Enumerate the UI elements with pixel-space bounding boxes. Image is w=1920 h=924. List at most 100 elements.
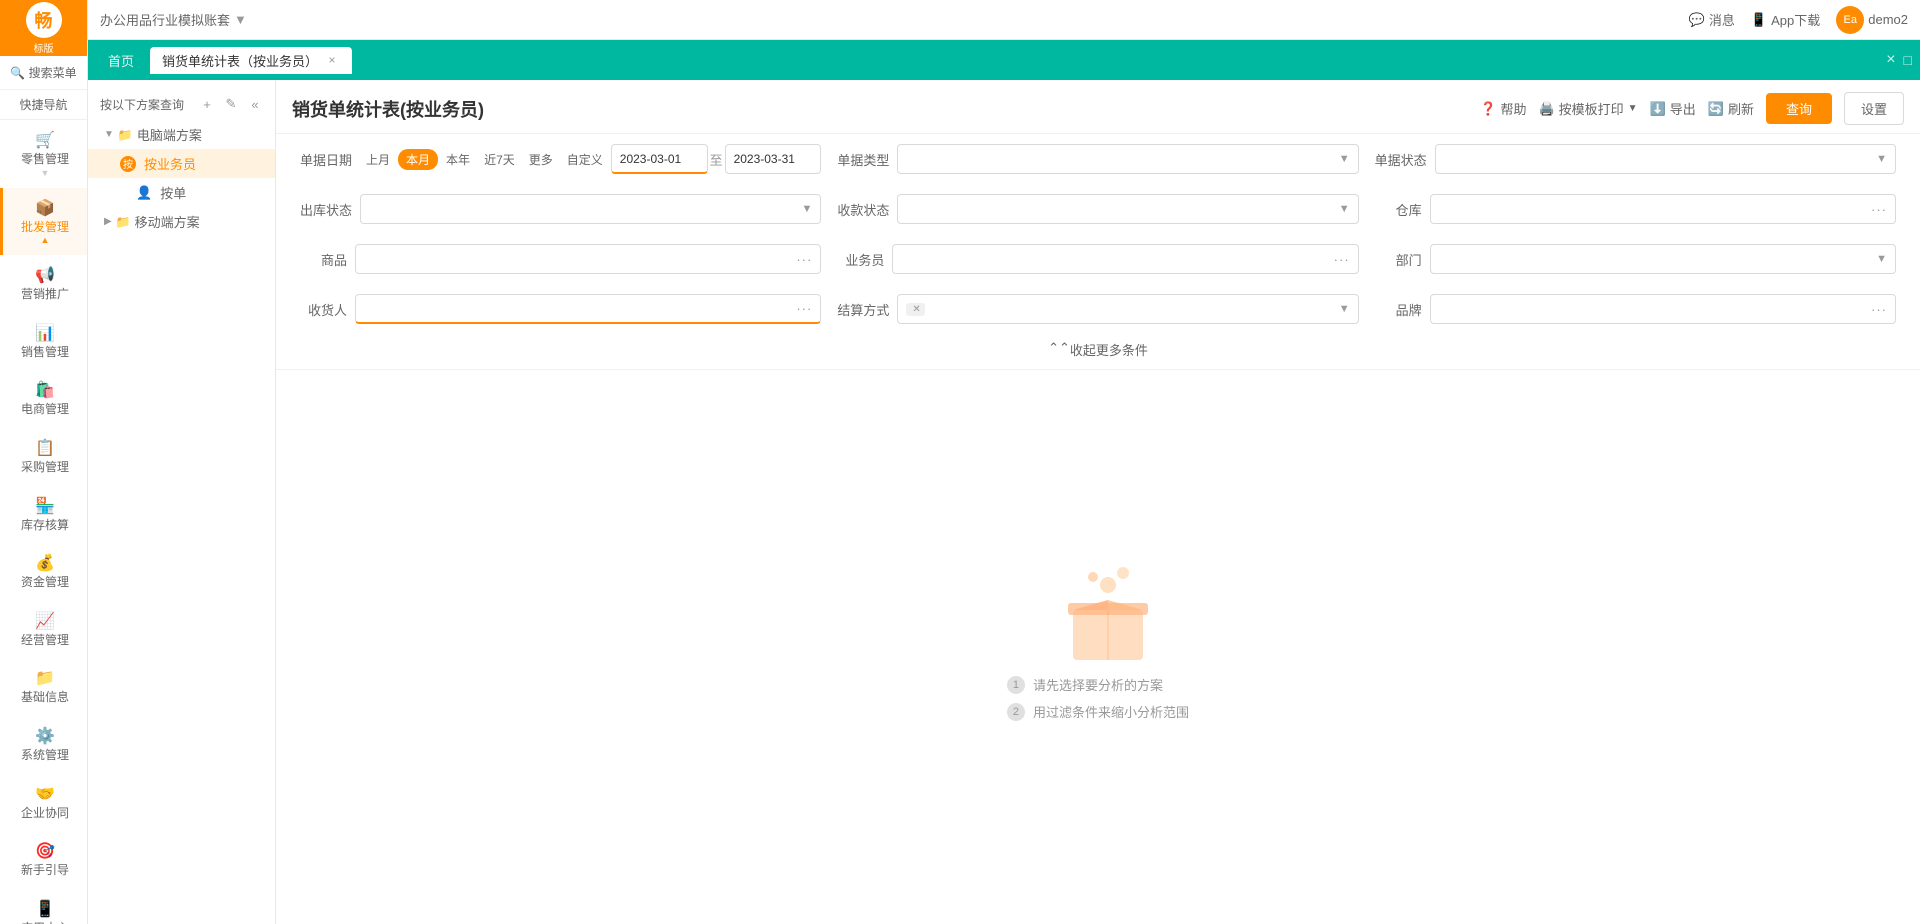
filter-cell-doctype: 单据类型 ▼ — [829, 144, 1366, 174]
collectstatus-label: 收款状态 — [837, 200, 897, 219]
app-download-btn[interactable]: 📱 App下载 — [1751, 10, 1820, 29]
outstatus-arrow: ▼ — [801, 203, 812, 215]
left-panel-actions: + ✎ « — [197, 94, 265, 114]
tree-item-by-staff[interactable]: 按 按业务员 — [88, 149, 275, 178]
main-area: 办公用品行业模拟账套 ▼ 💬 消息 📱 App下载 Ea demo2 首页 — [88, 0, 1920, 924]
recipient-input[interactable]: ··· — [355, 294, 821, 324]
topbar-left: 办公用品行业模拟账套 ▼ — [100, 10, 247, 29]
filter-cell-brand: 品牌 ··· — [1367, 294, 1904, 324]
logo-abbr: 畅 — [35, 7, 53, 33]
sidebar-item-ecommerce[interactable]: 🛍️ 电商管理 — [0, 370, 87, 428]
help-btn[interactable]: ❓ 帮助 — [1480, 99, 1526, 118]
query-btn[interactable]: 查询 — [1766, 93, 1832, 124]
warehouse-dots: ··· — [1871, 202, 1887, 217]
content-area: 按以下方案查询 + ✎ « ▼ 📁 电脑端方案 按 按业务员 — [88, 80, 1920, 924]
edit-scheme-btn[interactable]: ✎ — [221, 94, 241, 114]
search-menu-item[interactable]: 🔍 搜索菜单 — [0, 56, 87, 90]
folder-arrow: ▼ — [104, 129, 114, 140]
close-window-btn[interactable]: × — [1886, 51, 1895, 69]
docstatus-label: 单据状态 — [1375, 150, 1435, 169]
date-to-input[interactable]: 2023-03-31 — [725, 144, 822, 174]
tab-home[interactable]: 首页 — [96, 47, 146, 74]
topbar-right: 💬 消息 📱 App下载 Ea demo2 — [1689, 6, 1908, 34]
message-btn[interactable]: 💬 消息 — [1689, 10, 1735, 29]
sidebar-item-enterprise[interactable]: 🤝 企业协同 — [0, 774, 87, 832]
export-btn[interactable]: ⬇️ 导出 — [1650, 99, 1696, 118]
tab-close-btn[interactable]: × — [324, 52, 340, 68]
account-selector[interactable]: 办公用品行业模拟账套 ▼ — [100, 10, 247, 29]
goods-dots: ··· — [796, 252, 812, 267]
filter-row-1: 单据日期 上月 本月 本年 近7天 更多 自定义 2023-03-01 至 — [276, 134, 1920, 184]
date-btn-thisyear[interactable]: 本年 — [440, 149, 476, 170]
staff-input[interactable]: ··· — [892, 244, 1358, 274]
message-icon: 💬 — [1689, 12, 1705, 28]
collapse-icon: ⌃⌃ — [1048, 340, 1070, 359]
sidebar-item-basic[interactable]: 📁 基础信息 — [0, 658, 87, 716]
sidebar-item-marketing[interactable]: 📢 营销推广 — [0, 255, 87, 313]
brand-input[interactable]: ··· — [1430, 294, 1896, 324]
docstatus-input[interactable]: ▼ — [1435, 144, 1896, 174]
sidebar-item-wholesale[interactable]: 📦 批发管理 ▲ — [0, 188, 87, 256]
empty-text-list: 1 请先选择要分析的方案 2 用过滤条件来缩小分析范围 — [1007, 675, 1189, 729]
username: demo2 — [1868, 12, 1908, 27]
print-btn[interactable]: 🖨️ 按模板打印 ▼ — [1538, 99, 1637, 118]
date-from-input[interactable]: 2023-03-01 — [611, 144, 708, 174]
sidebar-item-purchase[interactable]: 📋 采购管理 — [0, 428, 87, 486]
date-btn-lastmonth[interactable]: 上月 — [360, 149, 396, 170]
add-scheme-btn[interactable]: + — [197, 94, 217, 114]
tree-folder-mobile[interactable]: ▶ 📁 移动端方案 — [88, 207, 275, 236]
purchase-icon: 📋 — [35, 438, 55, 458]
date-btn-more[interactable]: 更多 — [523, 149, 559, 170]
sidebar-item-retail[interactable]: 🛒 零售管理 ▼ — [0, 120, 87, 188]
ecommerce-icon: 🛍️ — [35, 380, 55, 400]
collectstatus-input[interactable]: ▼ — [897, 194, 1358, 224]
date-label: 单据日期 — [300, 150, 360, 169]
system-icon: ⚙️ — [35, 726, 55, 746]
retail-arrow: ▼ — [41, 168, 50, 178]
retail-icon: 🛒 — [35, 130, 55, 150]
left-panel: 按以下方案查询 + ✎ « ▼ 📁 电脑端方案 按 按业务员 — [88, 80, 276, 924]
date-btn-custom[interactable]: 自定义 — [561, 149, 609, 170]
tab-sales-stats[interactable]: 销货单统计表（按业务员） × — [150, 47, 352, 74]
settlement-input[interactable]: ✕ ▼ — [897, 294, 1358, 324]
date-btn-thismonth[interactable]: 本月 — [398, 149, 438, 170]
page-title: 销货单统计表(按业务员) — [292, 96, 484, 122]
collapse-panel-btn[interactable]: « — [245, 94, 265, 114]
doctype-input[interactable]: ▼ — [897, 144, 1358, 174]
inventory-icon: 🏪 — [35, 496, 55, 516]
tree-item-by-order[interactable]: 👤 按单 — [88, 178, 275, 207]
filter-cell-warehouse: 仓库 ··· — [1367, 194, 1904, 224]
sidebar-item-apps[interactable]: 📱 应用中心 — [0, 889, 87, 924]
maximize-btn[interactable]: □ — [1904, 52, 1912, 68]
page-actions: ❓ 帮助 🖨️ 按模板打印 ▼ ⬇️ 导出 🔄 刷新 — [1480, 92, 1904, 125]
department-input[interactable]: ▼ — [1430, 244, 1896, 274]
sidebar-item-operation[interactable]: 📈 经营管理 — [0, 601, 87, 659]
shortcut-nav[interactable]: 快捷导航 — [0, 90, 87, 120]
collectstatus-arrow: ▼ — [1339, 203, 1350, 215]
apps-icon: 📱 — [35, 899, 55, 919]
tab-bar: 首页 销货单统计表（按业务员） × × □ — [88, 40, 1920, 80]
tree-folder-desktop[interactable]: ▼ 📁 电脑端方案 — [88, 120, 275, 149]
goods-input[interactable]: ··· — [355, 244, 821, 274]
settlement-tag-close[interactable]: ✕ — [912, 304, 920, 315]
user-menu[interactable]: Ea demo2 — [1836, 6, 1908, 34]
collapse-filter-bar[interactable]: ⌃⌃ 收起更多条件 — [276, 334, 1920, 365]
sidebar-item-newguide[interactable]: 🎯 新手引导 — [0, 831, 87, 889]
refresh-btn[interactable]: 🔄 刷新 — [1708, 99, 1754, 118]
basic-icon: 📁 — [35, 668, 55, 688]
sidebar-item-finance[interactable]: 💰 资金管理 — [0, 543, 87, 601]
filter-row-4: 收货人 ··· 结算方式 ✕ ▼ — [276, 284, 1920, 334]
warehouse-input[interactable]: ··· — [1430, 194, 1896, 224]
outstatus-input[interactable]: ▼ — [360, 194, 821, 224]
settlement-tag: ✕ — [906, 303, 924, 316]
logo[interactable]: 畅 标版 — [0, 0, 87, 56]
sidebar-item-sales[interactable]: 📊 销售管理 — [0, 313, 87, 371]
finance-icon: 💰 — [35, 553, 55, 573]
folder-icon: 📁 — [118, 128, 133, 142]
sidebar-item-inventory[interactable]: 🏪 库存核算 — [0, 486, 87, 544]
settings-btn[interactable]: 设置 — [1844, 92, 1904, 125]
date-btn-last7[interactable]: 近7天 — [478, 149, 521, 170]
empty-illustration — [1048, 565, 1148, 655]
filter-section: 单据日期 上月 本月 本年 近7天 更多 自定义 2023-03-01 至 — [276, 134, 1920, 370]
sidebar-item-system[interactable]: ⚙️ 系统管理 — [0, 716, 87, 774]
